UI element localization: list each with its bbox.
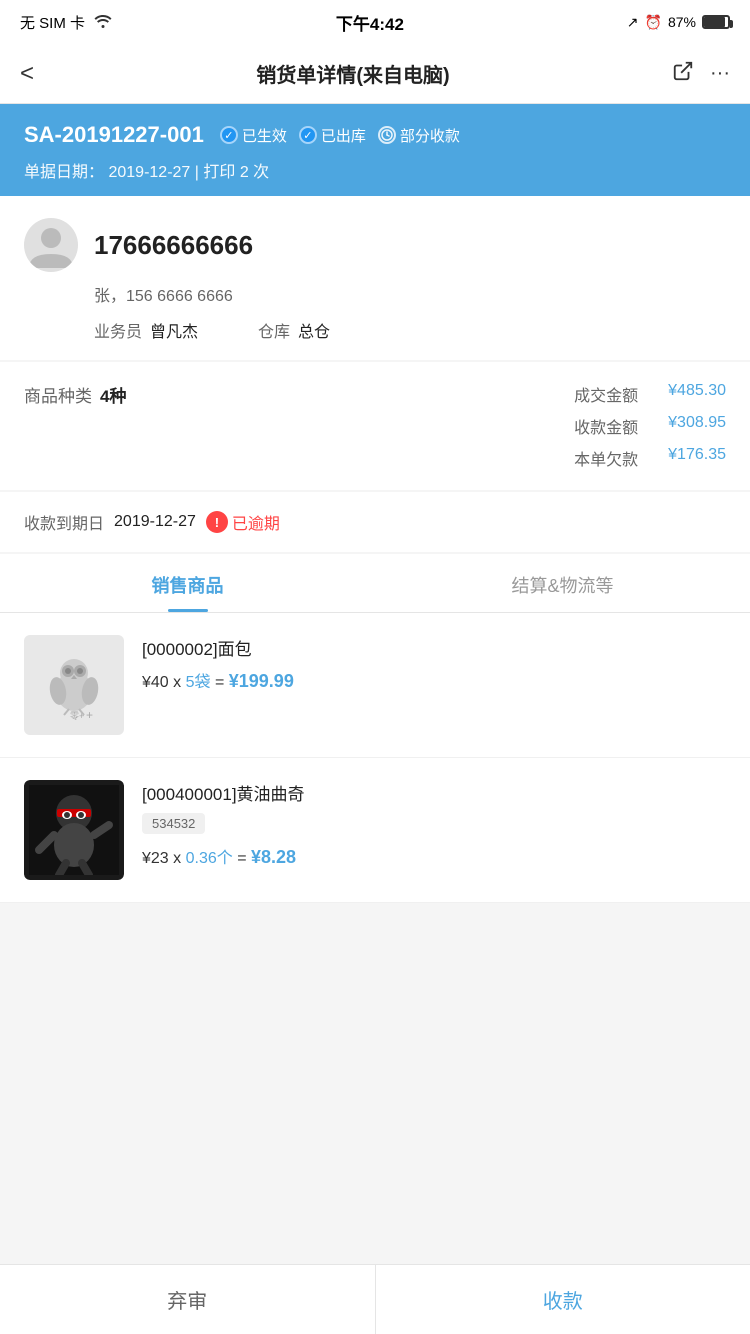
- received-value: ¥308.95: [668, 414, 726, 438]
- product-type-label: 商品种类: [24, 382, 92, 407]
- deal-amount-line: 成交金额 ¥485.30: [574, 382, 726, 406]
- price-unit-1: ¥40: [142, 674, 169, 691]
- status-left: 无 SIM 卡: [20, 12, 113, 33]
- svg-text:+: +: [86, 708, 93, 722]
- product-thumbnail-1: + 零+: [24, 635, 124, 735]
- owed-line: 本单欠款 ¥176.35: [574, 446, 726, 470]
- list-item: [000400001]黄油曲奇 534532 ¥23 x 0.36个 = ¥8.…: [0, 758, 750, 903]
- deal-amount-label: 成交金额: [574, 382, 638, 406]
- due-date-label: 收款到期日: [24, 510, 104, 534]
- overdue-badge: ! 已逾期: [206, 510, 280, 534]
- warehouse-label: 仓库: [258, 318, 290, 342]
- order-date: 单据日期： 2019-12-27 | 打印 2 次: [24, 158, 726, 182]
- price-total-1: ¥199.99: [229, 671, 294, 691]
- product-thumbnail-2: [24, 780, 124, 880]
- clock-icon: [378, 126, 396, 144]
- nav-bar: < 销货单详情(来自电脑) ···: [0, 44, 750, 104]
- received-line: 收款金额 ¥308.95: [574, 414, 726, 438]
- date-label: 单据日期：: [24, 164, 104, 181]
- status-bar: 无 SIM 卡 下午4:42 ↗ ⏰ 87%: [0, 0, 750, 44]
- owed-value: ¥176.35: [668, 446, 726, 470]
- nav-actions: ···: [672, 60, 730, 88]
- due-date-section: 收款到期日 2019-12-27 ! 已逾期: [0, 492, 750, 552]
- status-badge-shipped: ✓ 已出库: [299, 125, 366, 146]
- svg-text:零+: 零+: [70, 711, 84, 721]
- sales-value: 曾凡杰: [150, 318, 198, 342]
- confirm-button[interactable]: 收款: [376, 1265, 750, 1334]
- print-info: | 打印 2 次: [195, 164, 269, 181]
- cancel-button[interactable]: 弃审: [0, 1265, 376, 1334]
- check-icon-2: ✓: [299, 126, 317, 144]
- more-button[interactable]: ···: [710, 62, 730, 85]
- status-badge-effective: ✓ 已生效: [220, 125, 287, 146]
- status-right: ↗ ⏰ 87%: [627, 14, 730, 31]
- order-id: SA-20191227-001: [24, 122, 204, 148]
- product-type-stat: 商品种类 4种: [24, 382, 126, 407]
- received-label: 收款金额: [574, 414, 638, 438]
- alarm-icon: ⏰: [645, 14, 662, 31]
- price-unit-2: ¥23: [142, 850, 169, 867]
- order-header-top: SA-20191227-001 ✓ 已生效 ✓ 已出库 部分收款: [24, 122, 726, 148]
- share-button[interactable]: [672, 60, 694, 88]
- tabs: 销售商品 结算&物流等: [0, 554, 750, 613]
- product-sku-2: 534532: [142, 813, 205, 834]
- products-section: + 零+ [0000002]面包 ¥40 x 5袋 = ¥199.99: [0, 613, 750, 903]
- check-icon-1: ✓: [220, 126, 238, 144]
- overdue-icon: !: [206, 511, 228, 533]
- tab-settlement[interactable]: 结算&物流等: [375, 554, 750, 612]
- status-shipped-label: 已出库: [321, 125, 366, 146]
- location-icon: ↗: [627, 14, 639, 31]
- product-price-2: ¥23 x 0.36个 = ¥8.28: [142, 844, 726, 868]
- avatar: [24, 218, 78, 272]
- sales-meta: 业务员 曾凡杰: [94, 318, 198, 342]
- date-value: 2019-12-27: [108, 164, 190, 181]
- status-effective-label: 已生效: [242, 125, 287, 146]
- wifi-icon: [93, 12, 113, 32]
- list-item: + 零+ [0000002]面包 ¥40 x 5袋 = ¥199.99: [0, 613, 750, 758]
- deal-amount-value: ¥485.30: [668, 382, 726, 406]
- battery-icon: [702, 15, 730, 29]
- sim-status: 无 SIM 卡: [20, 12, 85, 33]
- stats-row: 商品种类 4种 成交金额 ¥485.30 收款金额 ¥308.95 本单欠款 ¥…: [24, 382, 726, 470]
- price-qty-2: 0.36个: [186, 850, 233, 867]
- status-time: 下午4:42: [336, 10, 404, 35]
- status-badges: ✓ 已生效 ✓ 已出库 部分收款: [220, 125, 460, 146]
- product-name-2: [000400001]黄油曲奇: [142, 780, 726, 805]
- page-title: 销货单详情(来自电脑): [256, 59, 449, 88]
- sales-label: 业务员: [94, 318, 142, 342]
- product-name-1: [0000002]面包: [142, 635, 726, 660]
- back-button[interactable]: <: [20, 60, 34, 88]
- due-date-value: 2019-12-27: [114, 513, 196, 531]
- status-partial-label: 部分收款: [400, 125, 460, 146]
- price-total-2: ¥8.28: [251, 847, 296, 867]
- stats-section: 商品种类 4种 成交金额 ¥485.30 收款金额 ¥308.95 本单欠款 ¥…: [0, 362, 750, 490]
- owed-label: 本单欠款: [574, 446, 638, 470]
- tab-products[interactable]: 销售商品: [0, 554, 375, 612]
- bottom-bar: 弃审 收款: [0, 1264, 750, 1334]
- customer-top: 17666666666: [24, 218, 726, 272]
- warehouse-value: 总仓: [298, 318, 330, 342]
- customer-name: 张，156 6666 6666: [94, 282, 726, 306]
- product-info-2: [000400001]黄油曲奇 534532 ¥23 x 0.36个 = ¥8.…: [142, 780, 726, 868]
- product-price-1: ¥40 x 5袋 = ¥199.99: [142, 668, 726, 692]
- price-qty-1: 5袋: [186, 674, 211, 691]
- amount-stats: 成交金额 ¥485.30 收款金额 ¥308.95 本单欠款 ¥176.35: [574, 382, 726, 470]
- customer-phone: 17666666666: [94, 230, 253, 261]
- customer-meta: 业务员 曾凡杰 仓库 总仓: [94, 318, 726, 342]
- overdue-text: 已逾期: [232, 510, 280, 534]
- status-badge-partial: 部分收款: [378, 125, 460, 146]
- order-header-banner: SA-20191227-001 ✓ 已生效 ✓ 已出库 部分收款: [0, 104, 750, 196]
- warehouse-meta: 仓库 总仓: [258, 318, 330, 342]
- product-info-1: [0000002]面包 ¥40 x 5袋 = ¥199.99: [142, 635, 726, 692]
- customer-section: 17666666666 张，156 6666 6666 业务员 曾凡杰 仓库 总…: [0, 196, 750, 360]
- battery-percent: 87%: [668, 14, 696, 30]
- product-type-value: 4种: [100, 382, 126, 407]
